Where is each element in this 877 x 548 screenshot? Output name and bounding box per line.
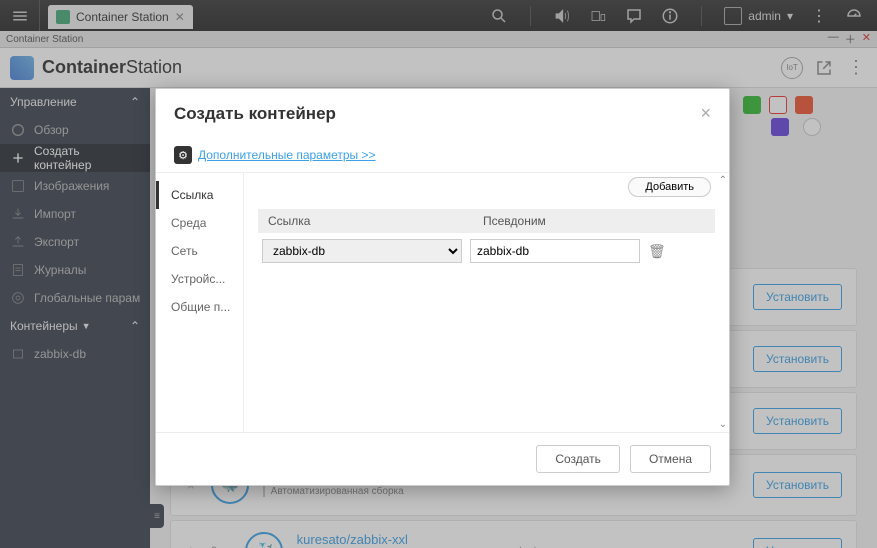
advanced-params-link[interactable]: Дополнительные параметры >> bbox=[198, 148, 376, 162]
cancel-button[interactable]: Отмена bbox=[630, 445, 711, 473]
tab-shared[interactable]: Общие п... bbox=[156, 293, 243, 321]
tab-link[interactable]: Ссылка bbox=[156, 181, 243, 209]
alias-input[interactable] bbox=[470, 239, 640, 263]
gear-icon: ⚙ bbox=[174, 146, 192, 164]
tab-env[interactable]: Среда bbox=[156, 209, 243, 237]
modal-title: Создать контейнер bbox=[174, 104, 336, 124]
tab-device[interactable]: Устройс... bbox=[156, 265, 243, 293]
col-alias: Псевдоним bbox=[473, 209, 556, 233]
create-button[interactable]: Создать bbox=[536, 445, 620, 473]
trash-icon[interactable]: 🗑 bbox=[648, 243, 666, 260]
link-row: zabbix-db 🗑 bbox=[258, 233, 715, 269]
create-container-modal: Создать контейнер × ⚙ Дополнительные пар… bbox=[155, 88, 730, 486]
tab-network[interactable]: Сеть bbox=[156, 237, 243, 265]
link-select[interactable]: zabbix-db bbox=[262, 239, 462, 263]
modal-tabs: Ссылка Среда Сеть Устройс... Общие п... bbox=[156, 173, 244, 432]
links-panel: Добавить Ссылка Псевдоним zabbix-db 🗑 bbox=[244, 173, 729, 432]
table-header: Ссылка Псевдоним bbox=[258, 209, 715, 233]
modal-footer: Создать Отмена bbox=[156, 432, 729, 485]
col-link: Ссылка bbox=[258, 209, 473, 233]
scroll-down-icon[interactable]: ⌄ bbox=[719, 419, 727, 430]
add-button[interactable]: Добавить bbox=[628, 177, 711, 197]
close-icon[interactable]: × bbox=[700, 103, 711, 124]
